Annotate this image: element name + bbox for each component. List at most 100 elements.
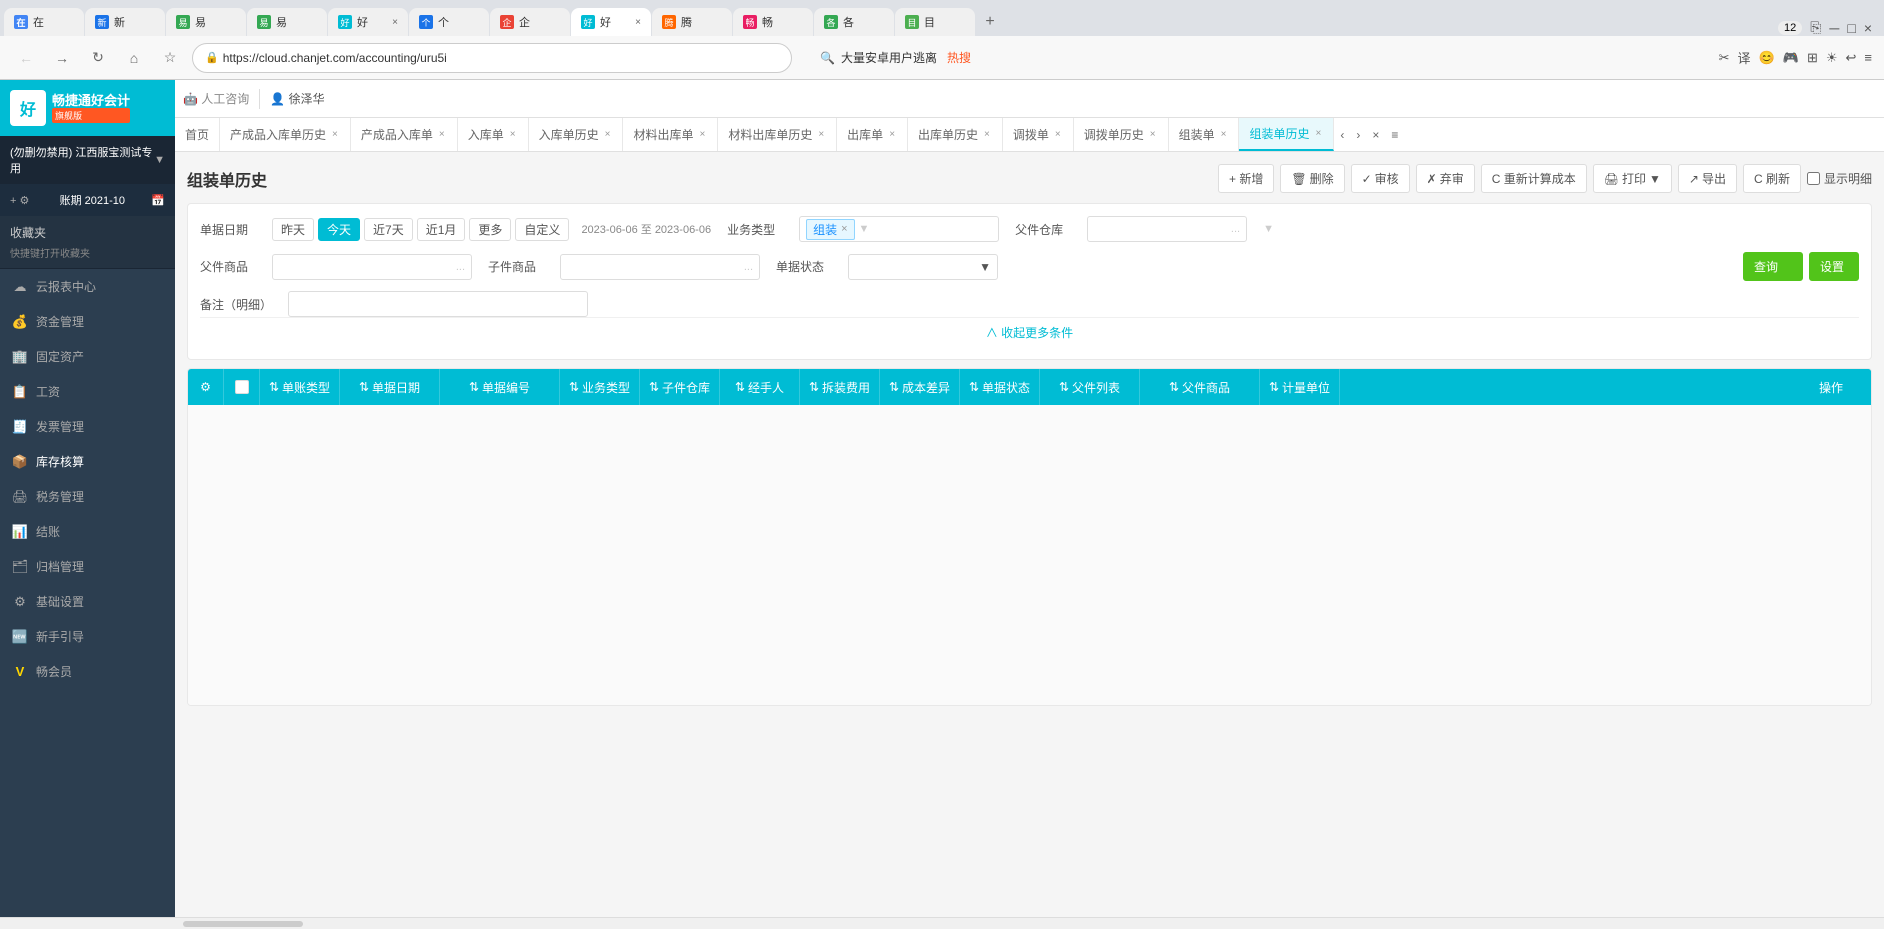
child-goods-input[interactable]: ... (560, 254, 760, 280)
sidebar-item-invoice[interactable]: 🧾 发票管理 (0, 409, 175, 444)
note-input[interactable] (288, 291, 588, 317)
page-tab-finished-in[interactable]: 产成品入库单 × (351, 118, 458, 151)
col-biz[interactable]: ⇅ 业务类型 (560, 369, 640, 405)
tab-close-out[interactable]: × (887, 128, 897, 141)
page-tab-transfer-history[interactable]: 调拨单历史 × (1074, 118, 1169, 151)
browser-tab-12[interactable]: 目 目 (895, 8, 975, 36)
page-tab-transfer[interactable]: 调拨单 × (1003, 118, 1074, 151)
page-tab-assembly[interactable]: 组装单 × (1169, 118, 1240, 151)
page-tab-in-receipt[interactable]: 入库单 × (458, 118, 529, 151)
col-disassemble[interactable]: ⇅ 拆装费用 (800, 369, 880, 405)
biz-type-input[interactable]: 组装 × ▼ (799, 216, 999, 242)
sidebar-item-guide[interactable]: 🆕 新手引导 (0, 619, 175, 654)
sidebar-item-archive[interactable]: 🗂 归档管理 (0, 549, 175, 584)
col-type[interactable]: ⇅ 单账类型 (260, 369, 340, 405)
date-btn-yesterday[interactable]: 昨天 (272, 218, 314, 241)
col-cost-diff[interactable]: ⇅ 成本差异 (880, 369, 960, 405)
print-button[interactable]: 🖨 打印 ▼ (1593, 164, 1672, 193)
status-dropdown[interactable]: ▼ (848, 254, 998, 280)
parent-goods-input[interactable]: ... (272, 254, 472, 280)
show-detail-label[interactable]: 显示明细 (1807, 170, 1872, 187)
page-tab-material-out[interactable]: 材料出库单 × (623, 118, 718, 151)
favorites-hint[interactable]: 快捷键打开收藏夹 (10, 245, 165, 260)
back-button[interactable]: ← (12, 44, 40, 72)
sidebar-item-fixed-assets[interactable]: 🏢 固定资产 (0, 339, 175, 374)
tab-scroll-left[interactable]: ‹ (1334, 128, 1350, 142)
search-text[interactable]: 大量安卓用户逃离 (841, 49, 937, 66)
sidebar-item-tax[interactable]: 🖨 税务管理 (0, 479, 175, 514)
sidebar-item-fund[interactable]: 💰 资金管理 (0, 304, 175, 339)
tab-close-material-out[interactable]: × (697, 128, 707, 141)
tab-scroll-menu[interactable]: ≡ (1385, 128, 1404, 142)
browser-tab-4[interactable]: 易 易 (247, 8, 327, 36)
show-detail-checkbox[interactable] (1807, 172, 1820, 185)
date-btn-1month[interactable]: 近1月 (417, 218, 466, 241)
browser-tab-1[interactable]: 在 在 (4, 8, 84, 36)
company-selector[interactable]: (勿删勿禁用) 江西服宝测试专用 ▼ (0, 136, 175, 184)
tab-close-assembly-history[interactable]: × (1313, 127, 1323, 140)
select-all-checkbox[interactable] (235, 380, 249, 394)
date-btn-7days[interactable]: 近7天 (364, 218, 413, 241)
browser-tab-2[interactable]: 新 新 (85, 8, 165, 36)
tab-close-transfer-history[interactable]: × (1148, 128, 1158, 141)
child-goods-more-btn[interactable]: ... (744, 261, 753, 273)
parent-goods-more-btn[interactable]: ... (456, 261, 465, 273)
tab-scroll-right[interactable]: › (1350, 128, 1366, 142)
col-status[interactable]: ⇅ 单据状态 (960, 369, 1040, 405)
biz-type-tag-remove[interactable]: × (841, 223, 847, 235)
sidebar-item-cloud-report[interactable]: ☁ 云报表中心 (0, 269, 175, 304)
tab-scroll-close[interactable]: × (1366, 128, 1385, 142)
page-tab-material-out-history[interactable]: 材料出库单历史 × (718, 118, 837, 151)
col-date[interactable]: ⇅ 单据日期 (340, 369, 440, 405)
date-btn-custom[interactable]: 自定义 (515, 218, 569, 241)
browser-tab-8[interactable]: 好 好 × (571, 8, 651, 36)
export-button[interactable]: ↗ 导出 (1678, 164, 1737, 193)
sidebar-item-basic[interactable]: ⚙ 基础设置 (0, 584, 175, 619)
recalculate-button[interactable]: C 重新计算成本 (1481, 164, 1587, 193)
collapse-bar[interactable]: ∧ 收起更多条件 (200, 317, 1859, 347)
query-button[interactable]: 查询 (1743, 252, 1803, 281)
page-tab-out[interactable]: 出库单 × (837, 118, 908, 151)
sidebar-item-inventory[interactable]: 📦 库存核算 (0, 444, 175, 479)
page-tab-home[interactable]: 首页 (175, 118, 220, 151)
delete-button[interactable]: 🗑 删除 (1280, 164, 1344, 193)
page-tab-assembly-history[interactable]: 组装单历史 × (1239, 118, 1334, 151)
tab-close-finished-in-history[interactable]: × (330, 128, 340, 141)
tab-close-material-out-history[interactable]: × (816, 128, 826, 141)
tab-close-out-history[interactable]: × (982, 128, 992, 141)
browser-tab-3[interactable]: 易 易 (166, 8, 246, 36)
browser-tab-10[interactable]: 畅 畅 (733, 8, 813, 36)
tab-close-5[interactable]: × (392, 17, 398, 28)
abandon-button[interactable]: ✗ 弃审 (1416, 164, 1475, 193)
tab-close-finished-in[interactable]: × (437, 128, 447, 141)
settings-button[interactable]: 设置 (1809, 252, 1859, 281)
refresh-button[interactable]: C 刷新 (1743, 164, 1801, 193)
col-gear[interactable]: ⚙ (188, 369, 224, 405)
forward-button[interactable]: → (48, 44, 76, 72)
tab-close-assembly[interactable]: × (1219, 128, 1229, 141)
browser-tab-7[interactable]: 企 企 (490, 8, 570, 36)
refresh-button[interactable]: ↻ (84, 44, 112, 72)
new-tab-button[interactable]: + (976, 8, 1004, 36)
col-checkbox[interactable] (224, 369, 260, 405)
sidebar-item-settle[interactable]: 📊 结账 (0, 514, 175, 549)
parent-warehouse-extra[interactable]: ▼ (1263, 223, 1274, 235)
col-parent-list[interactable]: ⇅ 父件列表 (1040, 369, 1140, 405)
new-button[interactable]: + 新增 (1218, 164, 1274, 193)
browser-tab-11[interactable]: 各 各 (814, 8, 894, 36)
home-button[interactable]: ⌂ (120, 44, 148, 72)
parent-warehouse-input[interactable]: ... (1087, 216, 1247, 242)
sidebar-item-member[interactable]: V 畅会员 (0, 654, 175, 689)
tab-close-transfer[interactable]: × (1053, 128, 1063, 141)
audit-button[interactable]: ✓ 审核 (1351, 164, 1410, 193)
biz-type-dropdown[interactable]: ▼ (859, 223, 870, 235)
tab-close-in-receipt[interactable]: × (508, 128, 518, 141)
favorites-title[interactable]: 收藏夹 (10, 224, 165, 241)
col-warehouse[interactable]: ⇅ 子件仓库 (640, 369, 720, 405)
scrollbar-thumb[interactable] (183, 921, 303, 927)
tab-close-in-receipt-history[interactable]: × (603, 128, 613, 141)
sidebar-item-salary[interactable]: 📋 工资 (0, 374, 175, 409)
parent-warehouse-more[interactable]: ... (1231, 223, 1240, 235)
horizontal-scrollbar[interactable] (0, 917, 1884, 929)
bookmark-button[interactable]: ☆ (156, 44, 184, 72)
